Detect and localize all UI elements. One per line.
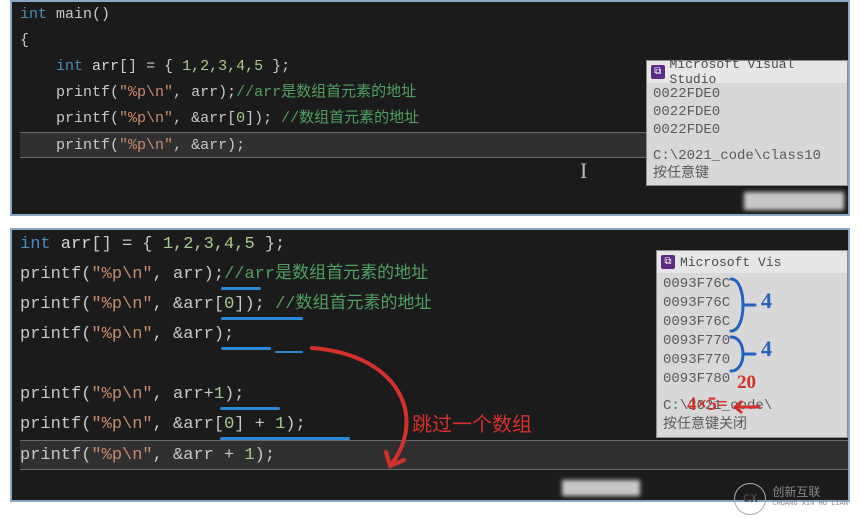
output-line: 0093F76C <box>663 275 841 294</box>
logo-icon: CX <box>734 483 766 515</box>
code-line: { <box>20 28 848 54</box>
console-title-bar: ⧉ Microsoft Vis <box>657 251 847 273</box>
underline-annotation <box>220 407 280 410</box>
underline-annotation <box>221 287 261 290</box>
output-line: C:\2021_code\class10 <box>653 147 841 165</box>
logo-text-en: CHUANG XIN HU LIAN <box>772 499 848 510</box>
output-line: 0022FDE0 <box>653 85 841 103</box>
console-title-bar: ⧉ Microsoft Visual Studio <box>647 61 847 83</box>
underline-annotation <box>275 351 303 353</box>
code-line: int main() <box>20 2 848 28</box>
console-title: Microsoft Vis <box>680 255 781 270</box>
underline-annotation <box>221 317 303 320</box>
watermark-logo: CX 创新互联 CHUANG XIN HU LIAN <box>734 483 848 515</box>
figure: int main() { int arr[] = { 1,2,3,4,5 }; … <box>0 0 860 519</box>
output-line: 0093F770 <box>663 351 841 370</box>
underline-annotation <box>221 347 271 350</box>
bottom-screenshot: int arr[] = { 1,2,3,4,5 }; printf("%p\n"… <box>10 228 850 502</box>
output-line: 按任意键 <box>653 165 841 183</box>
censor-blur <box>562 480 640 496</box>
output-line: C:\2021_code\ <box>663 397 841 416</box>
console-output-top: ⧉ Microsoft Visual Studio 0022FDE0 0022F… <box>646 60 848 186</box>
output-line: 0093F770 <box>663 332 841 351</box>
output-line: 0093F780 <box>663 370 841 389</box>
text-cursor-icon: I <box>580 158 587 183</box>
censor-blur <box>744 192 844 210</box>
console-body: 0093F76C 0093F76C 0093F76C 0093F770 0093… <box>657 273 847 437</box>
output-line: 按任意键关闭 <box>663 416 841 435</box>
code-line-current: printf("%p\n", &arr + 1); <box>20 440 848 470</box>
top-screenshot: int main() { int arr[] = { 1,2,3,4,5 }; … <box>10 0 850 216</box>
console-body: 0022FDE0 0022FDE0 0022FDE0 C:\2021_code\… <box>647 83 847 185</box>
output-line: 0093F76C <box>663 294 841 313</box>
underline-annotation <box>220 437 350 440</box>
visual-studio-icon: ⧉ <box>661 255 675 269</box>
annotation-label: 跳过一个数组 <box>412 408 532 437</box>
output-line: 0093F76C <box>663 313 841 332</box>
output-line: 0022FDE0 <box>653 103 841 121</box>
console-title: Microsoft Visual Studio <box>670 57 843 87</box>
output-line: 0022FDE0 <box>653 121 841 139</box>
console-output-bottom: ⧉ Microsoft Vis 0093F76C 0093F76C 0093F7… <box>656 250 848 438</box>
visual-studio-icon: ⧉ <box>651 65 665 79</box>
logo-text-cn: 创新互联 <box>772 488 848 499</box>
